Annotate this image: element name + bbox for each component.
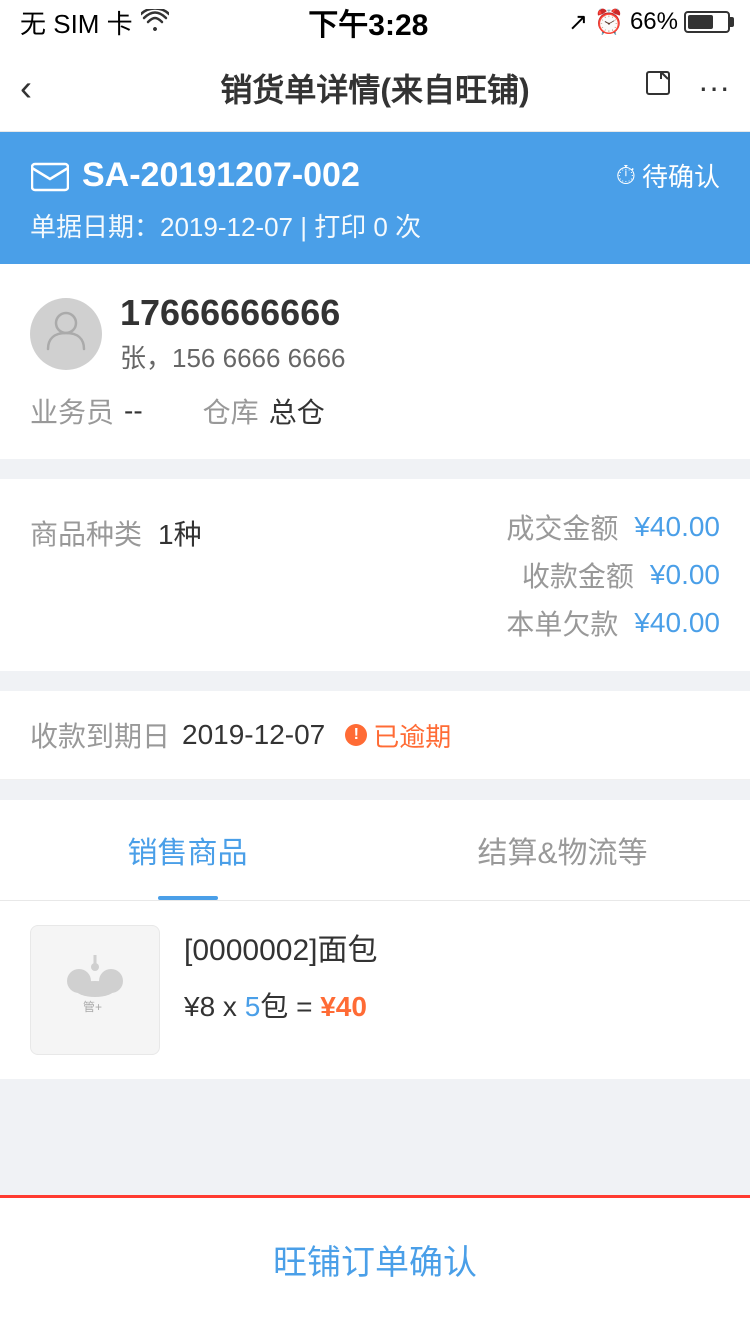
- avatar-icon: [44, 307, 88, 361]
- divider-2: [0, 681, 750, 691]
- product-thumbnail: 管+: [30, 925, 160, 1055]
- battery-icon: [684, 11, 730, 33]
- amount-value-1: ¥0.00: [650, 559, 720, 591]
- customer-info: 17666666666 张，156 6666 6666: [120, 292, 346, 375]
- location-icon: ↗: [568, 8, 588, 37]
- alarm-icon: ⏰: [594, 8, 624, 37]
- battery-percent: 66%: [630, 8, 678, 36]
- customer-phone: 17666666666: [120, 292, 346, 334]
- price-unit: 包: [260, 991, 288, 1022]
- order-status: ⏱ 待确认: [616, 157, 720, 194]
- tabs-header: 销售商品 结算&物流等: [0, 800, 750, 901]
- amounts-list: 成交金额 ¥40.00 收款金额 ¥0.00 本单欠款 ¥40.00: [506, 507, 720, 643]
- tab-sales-products-label: 销售商品: [128, 837, 248, 870]
- carrier-text: 无 SIM 卡: [20, 4, 133, 41]
- price-total: ¥40: [320, 991, 367, 1022]
- order-number-text: SA-20191207-002: [82, 156, 360, 195]
- order-meta: 单据日期：2019-12-07 | 打印 0 次: [30, 207, 720, 244]
- product-info: [0000002]面包 ¥8 x 5包 = ¥40: [184, 925, 720, 1025]
- bottom-bar: 旺铺订单确认: [0, 1195, 750, 1334]
- back-button[interactable]: ‹: [10, 57, 42, 119]
- warehouse-label: 仓库: [203, 391, 259, 431]
- header-card: SA-20191207-002 ⏱ 待确认 单据日期：2019-12-07 | …: [0, 132, 750, 264]
- due-date-section: 收款到期日 2019-12-07 ! 已逾期: [0, 691, 750, 780]
- header-card-top: SA-20191207-002 ⏱ 待确认: [30, 156, 720, 195]
- product-logo: 管+: [55, 955, 135, 1026]
- tabs-section: 销售商品 结算&物流等 管+ [0000002]面包 ¥8 x 5包 =: [0, 800, 750, 1079]
- price-qty: 5: [245, 991, 261, 1022]
- status-text: 待确认: [642, 157, 720, 194]
- customer-meta: 业务员 -- 仓库 总仓: [30, 391, 720, 431]
- nav-bar: ‹ 销货单详情(来自旺铺) ···: [0, 44, 750, 132]
- amount-value-2: ¥40.00: [634, 607, 720, 639]
- customer-section: 17666666666 张，156 6666 6666 业务员 -- 仓库 总仓: [0, 264, 750, 459]
- product-types-value: 1种: [158, 513, 202, 553]
- amount-value-0: ¥40.00: [634, 511, 720, 543]
- tab-sales-products[interactable]: 销售商品: [0, 800, 375, 900]
- share-icon[interactable]: [644, 69, 674, 107]
- order-icon: [30, 159, 70, 193]
- due-date-label: 收款到期日: [30, 715, 170, 755]
- salesperson-value: --: [124, 395, 143, 427]
- svg-text:管+: 管+: [83, 999, 102, 1014]
- overdue-badge: ! 已逾期: [345, 717, 451, 754]
- price-label: ¥8 x: [184, 991, 245, 1022]
- warehouse-value: 总仓: [269, 391, 325, 431]
- status-left: 无 SIM 卡: [20, 4, 169, 41]
- product-price-row: ¥8 x 5包 = ¥40: [184, 985, 720, 1025]
- page-title: 销货单详情(来自旺铺): [220, 65, 529, 111]
- avatar: [30, 298, 102, 370]
- wifi-icon: [141, 7, 169, 38]
- overdue-icon: !: [345, 724, 367, 746]
- product-types-label: 商品种类: [30, 513, 142, 553]
- nav-right-icons: ···: [644, 69, 730, 107]
- amount-row-0: 成交金额 ¥40.00: [506, 507, 720, 547]
- customer-top: 17666666666 张，156 6666 6666: [30, 292, 720, 375]
- amount-row-1: 收款金额 ¥0.00: [522, 555, 720, 595]
- divider-1: [0, 469, 750, 479]
- status-bar: 无 SIM 卡 下午3:28 ↗ ⏰ 66%: [0, 0, 750, 44]
- confirm-order-button[interactable]: 旺铺订单确认: [30, 1214, 720, 1304]
- salesperson-label: 业务员: [30, 391, 114, 431]
- customer-name: 张，156 6666 6666: [120, 338, 346, 375]
- due-date-value: 2019-12-07: [182, 719, 325, 751]
- product-types: 商品种类 1种: [30, 507, 202, 553]
- amount-label-0: 成交金额: [506, 507, 618, 547]
- amount-row-2: 本单欠款 ¥40.00: [506, 603, 720, 643]
- amount-label-2: 本单欠款: [506, 603, 618, 643]
- price-equals: =: [288, 991, 320, 1022]
- summary-section: 商品种类 1种 成交金额 ¥40.00 收款金额 ¥0.00 本单欠款 ¥40.…: [0, 479, 750, 671]
- status-clock-icon: ⏱: [616, 160, 636, 192]
- product-name: [0000002]面包: [184, 925, 720, 969]
- more-icon[interactable]: ···: [698, 69, 730, 106]
- product-item: 管+ [0000002]面包 ¥8 x 5包 = ¥40: [0, 901, 750, 1079]
- salesperson-field: 业务员 --: [30, 391, 143, 431]
- tab-settlement-label: 结算&物流等: [477, 837, 647, 870]
- tab-settlement[interactable]: 结算&物流等: [375, 800, 750, 900]
- status-time: 下午3:28: [308, 0, 428, 44]
- order-number: SA-20191207-002: [30, 156, 360, 195]
- battery-fill: [688, 15, 713, 29]
- warehouse-field: 仓库 总仓: [203, 391, 325, 431]
- status-right: ↗ ⏰ 66%: [568, 8, 730, 37]
- overdue-text: 已逾期: [373, 717, 451, 754]
- divider-3: [0, 790, 750, 800]
- amount-label-1: 收款金额: [522, 555, 634, 595]
